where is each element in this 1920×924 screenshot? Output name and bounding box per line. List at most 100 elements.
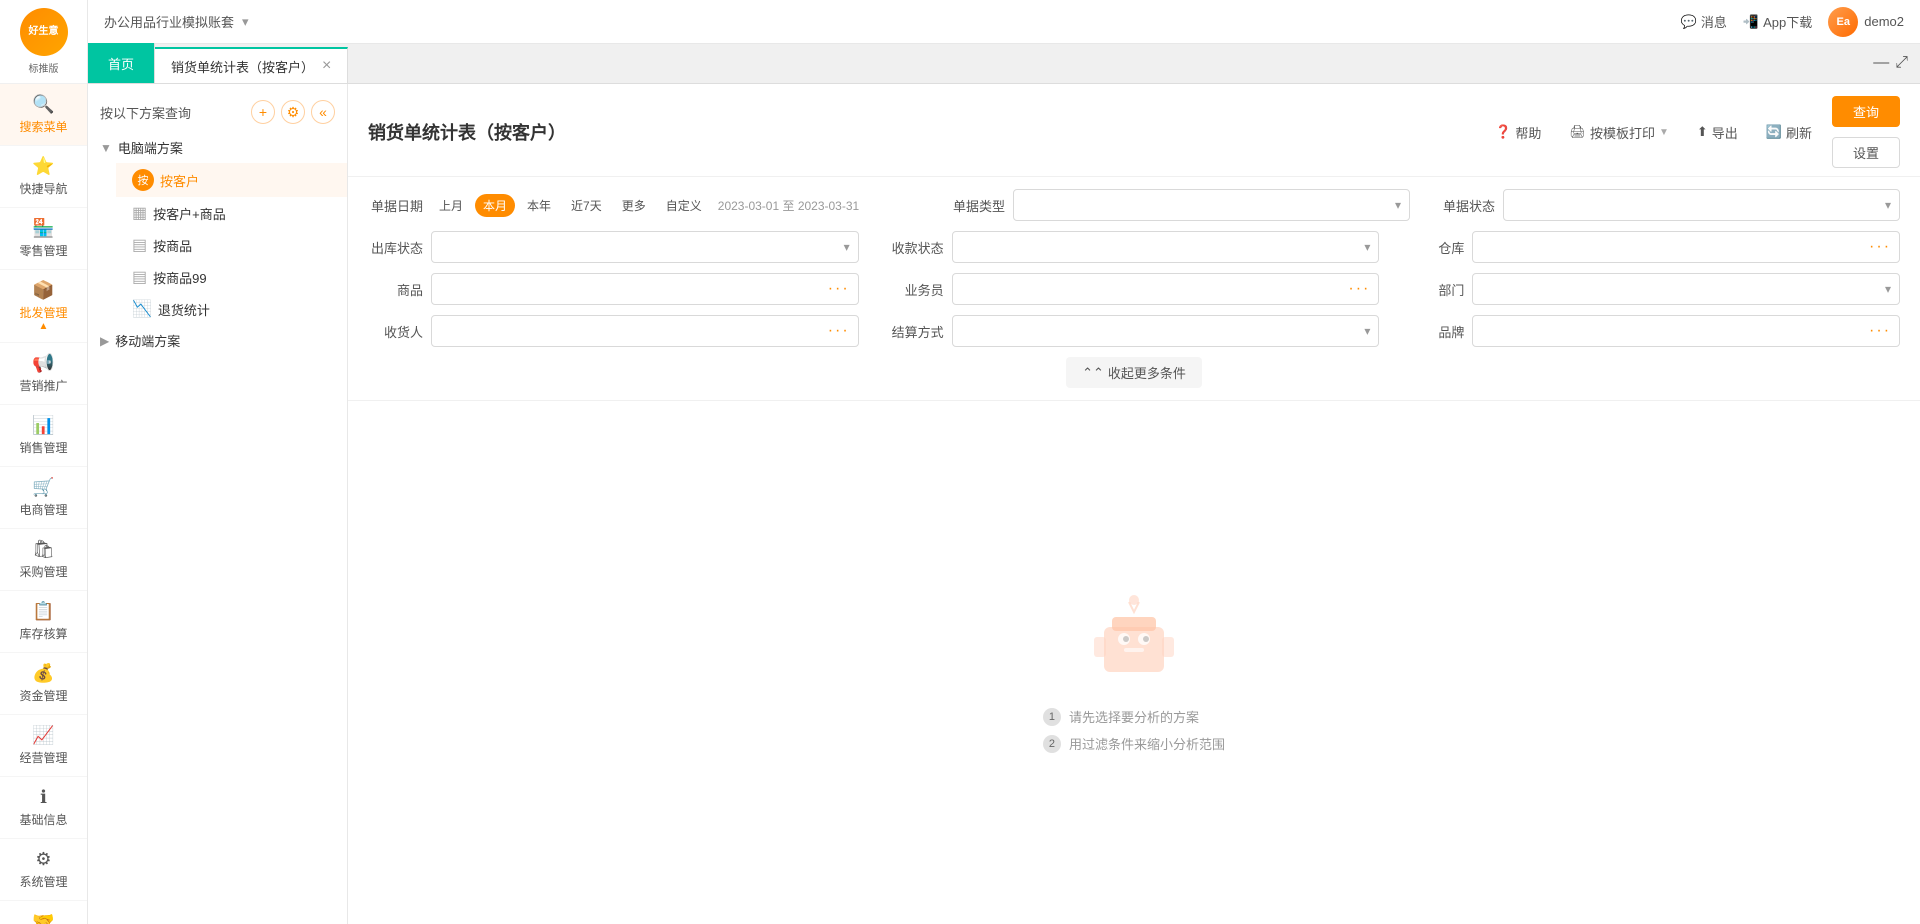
message-button[interactable]: 💬 消息 <box>1681 12 1727 31</box>
download-icon: 📲 <box>1743 14 1759 30</box>
date-pill-7days[interactable]: 近7天 <box>563 194 610 217</box>
payment-status-select[interactable]: ▾ <box>952 231 1380 263</box>
settlement-chevron: ▾ <box>1364 324 1370 338</box>
sidebar-item-operation[interactable]: 📈 经营管理 <box>0 715 87 777</box>
sidebar-item-enterprise[interactable]: 🤝 企业协同 <box>0 901 87 924</box>
receiver-label: 收货人 <box>368 322 423 341</box>
date-pill-more[interactable]: 更多 <box>614 194 654 217</box>
tree-item-product99-label: 按商品99 <box>153 268 206 287</box>
close-tab-icon[interactable]: × <box>322 57 331 75</box>
star-icon: ⭐ <box>32 156 54 177</box>
sidebar-item-wholesale[interactable]: 📦 批发管理 ▲ <box>0 270 87 343</box>
filter-row-3: 商品 ··· 业务员 ··· <box>368 273 1900 305</box>
sidebar-item-basic[interactable]: ℹ 基础信息 <box>0 777 87 839</box>
print-icon: 🖨 <box>1569 124 1586 140</box>
date-pill-last-month[interactable]: 上月 <box>431 194 471 217</box>
tab-home[interactable]: 首页 <box>88 43 155 83</box>
sidebar-item-search[interactable]: 🔍 搜索菜单 <box>0 84 87 146</box>
tree-item-product99[interactable]: ▤ 按商品99 <box>116 261 347 293</box>
sidebar-item-sales[interactable]: 📊 销售管理 <box>0 405 87 467</box>
add-scheme-button[interactable]: + <box>251 100 275 124</box>
filter-payment-status: 收款状态 ▾ <box>889 231 1380 263</box>
receiver-dots: ··· <box>828 322 850 340</box>
order-type-label: 单据类型 <box>950 196 1005 215</box>
brand-dots: ··· <box>1869 322 1891 340</box>
sidebar-item-inventory[interactable]: 📋 库存核算 <box>0 591 87 653</box>
out-status-select[interactable]: ▾ <box>431 231 859 263</box>
right-panel: 销货单统计表（按客户） ❓ 帮助 🖨 按模板打印 ▼ ⬆ 导出 <box>348 84 1920 924</box>
basic-icon: ℹ <box>40 787 47 808</box>
operation-icon: 📈 <box>32 725 54 746</box>
message-icon: 💬 <box>1681 14 1697 30</box>
tree-item-product[interactable]: ▤ 按商品 <box>116 229 347 261</box>
order-status-select[interactable]: ▾ <box>1503 189 1900 221</box>
tree-expand-icon: ▼ <box>100 141 112 155</box>
page-content: 按以下方案查询 + ⚙ « ▼ 电脑端方案 按 按客户 ▦ 按客户 <box>88 84 1920 924</box>
industry-title: 办公用品行业模拟账套 <box>104 12 234 31</box>
tree-group-mobile[interactable]: ▶ 移动端方案 <box>88 325 347 356</box>
sidebar-item-shortcut[interactable]: ⭐ 快捷导航 <box>0 146 87 208</box>
export-button[interactable]: ⬆ 导出 <box>1689 119 1746 146</box>
warehouse-select[interactable]: ··· <box>1472 231 1900 263</box>
filter-section: 单据日期 上月 本月 本年 近7天 更多 自定义 2023-03-01 至 20… <box>348 177 1920 401</box>
filter-row-2: 出库状态 ▾ 收款状态 ▾ <box>368 231 1900 263</box>
tree-item-customer-product[interactable]: ▦ 按客户+商品 <box>116 197 347 229</box>
collapse-filter-button[interactable]: ⌃⌃ 收起更多条件 <box>1066 357 1202 388</box>
receiver-select[interactable]: ··· <box>431 315 859 347</box>
maximize-button[interactable]: — ⤢ <box>1861 43 1920 83</box>
out-status-label: 出库状态 <box>368 238 423 257</box>
product-select[interactable]: ··· <box>431 273 859 305</box>
logo-icon: 好生意 <box>20 8 68 56</box>
left-panel: 按以下方案查询 + ⚙ « ▼ 电脑端方案 按 按客户 ▦ 按客户 <box>88 84 348 924</box>
empty-illustration <box>1074 572 1194 695</box>
order-type-select[interactable]: ▾ <box>1013 189 1410 221</box>
date-pill-custom[interactable]: 自定义 <box>658 194 710 217</box>
page-actions: ❓ 帮助 🖨 按模板打印 ▼ ⬆ 导出 🔄 刷新 <box>1487 96 1900 168</box>
help-button[interactable]: ❓ 帮助 <box>1487 119 1549 146</box>
sidebar-item-purchase[interactable]: 🛍 采购管理 <box>0 529 87 591</box>
sidebar-item-ecommerce[interactable]: 🛒 电商管理 <box>0 467 87 529</box>
inventory-icon: 📋 <box>32 601 54 622</box>
department-select[interactable]: ▾ <box>1472 273 1900 305</box>
settlement-label: 结算方式 <box>889 322 944 341</box>
sidebar-item-retail[interactable]: 🏪 零售管理 <box>0 208 87 270</box>
sidebar-item-marketing[interactable]: 📢 营销推广 <box>0 343 87 405</box>
print-button[interactable]: 🖨 按模板打印 ▼ <box>1561 119 1676 146</box>
filter-row-1: 单据日期 上月 本月 本年 近7天 更多 自定义 2023-03-01 至 20… <box>368 189 1900 221</box>
page-header: 销货单统计表（按客户） ❓ 帮助 🖨 按模板打印 ▼ ⬆ 导出 <box>348 84 1920 177</box>
sales-icon: 📊 <box>32 415 54 436</box>
date-label: 单据日期 <box>368 196 423 215</box>
page-title: 销货单统计表（按客户） <box>368 119 566 145</box>
date-pill-this-month[interactable]: 本月 <box>475 194 515 217</box>
tree-item-customer[interactable]: 按 按客户 <box>116 163 347 197</box>
empty-svg <box>1074 572 1194 692</box>
filter-brand: 品牌 ··· <box>1409 315 1900 347</box>
filter-product: 商品 ··· <box>368 273 859 305</box>
dropdown-icon[interactable]: ▾ <box>242 14 249 30</box>
scheme-settings-button[interactable]: ⚙ <box>281 100 305 124</box>
search-icon: 🔍 <box>32 94 54 115</box>
home-tab-label: 首页 <box>108 54 134 73</box>
refresh-button[interactable]: 🔄 刷新 <box>1758 119 1820 146</box>
sidebar-item-finance[interactable]: 💰 资金管理 <box>0 653 87 715</box>
settlement-select[interactable]: ▾ <box>952 315 1380 347</box>
tree-group-pc[interactable]: ▼ 电脑端方案 <box>88 132 347 163</box>
tab-sales-stat[interactable]: 销货单统计表（按客户） × <box>155 47 348 83</box>
brand-select[interactable]: ··· <box>1472 315 1900 347</box>
tree-item-return-label: 退货统计 <box>158 300 210 319</box>
maximize-icon: ⤢ <box>1895 54 1908 72</box>
active-tab-label: 销货单统计表（按客户） <box>171 57 314 76</box>
tree-item-product-label: 按商品 <box>153 236 192 255</box>
department-chevron: ▾ <box>1885 282 1891 296</box>
user-area[interactable]: Ea demo2 <box>1828 7 1904 37</box>
query-button[interactable]: 查询 <box>1832 96 1900 127</box>
settings-button[interactable]: 设置 <box>1832 137 1900 168</box>
collapse-panel-button[interactable]: « <box>311 100 335 124</box>
salesperson-select[interactable]: ··· <box>952 273 1380 305</box>
order-type-chevron: ▾ <box>1395 198 1401 212</box>
date-pill-this-year[interactable]: 本年 <box>519 194 559 217</box>
app-download-button[interactable]: 📲 App下载 <box>1743 12 1812 31</box>
sidebar-item-system[interactable]: ⚙ 系统管理 <box>0 839 87 901</box>
refresh-icon: 🔄 <box>1766 124 1782 140</box>
tree-item-return[interactable]: 📉 退货统计 <box>116 293 347 325</box>
